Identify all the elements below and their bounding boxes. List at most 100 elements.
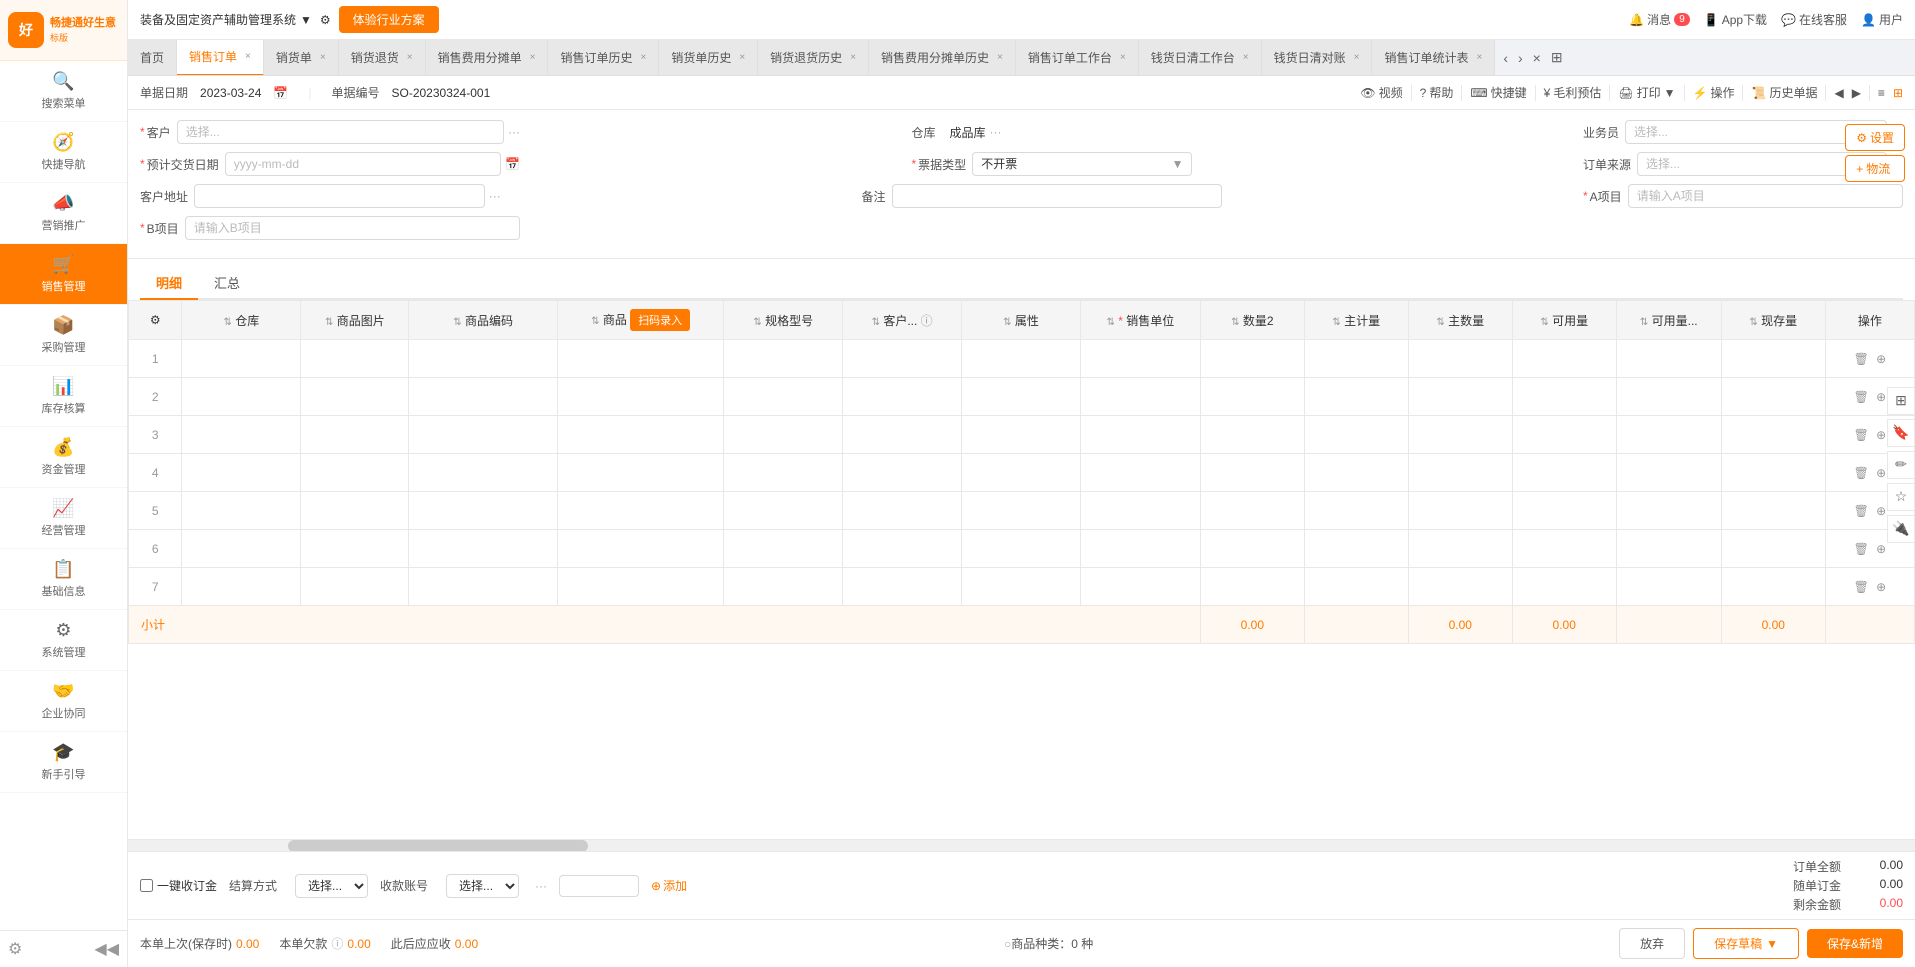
row-customer-code[interactable] [843, 492, 962, 530]
tab-close-icon[interactable]: × [997, 52, 1003, 63]
row-spec[interactable] [724, 568, 843, 606]
row-name[interactable] [557, 568, 724, 606]
row-code[interactable] [409, 454, 558, 492]
operate-action[interactable]: ⚡ 操作 [1693, 84, 1735, 101]
horizontal-scrollbar[interactable] [128, 839, 1915, 851]
row-main-unit[interactable] [1304, 378, 1408, 416]
tabs-next-btn[interactable]: › [1514, 48, 1527, 68]
sort-icon[interactable]: ⇅ [1640, 317, 1648, 328]
row-spec[interactable] [724, 416, 843, 454]
float-link-btn[interactable]: ✏ [1887, 451, 1915, 479]
row-main-qty[interactable] [1408, 378, 1512, 416]
sort-icon[interactable]: ⇅ [753, 317, 761, 328]
row-main-unit[interactable] [1304, 416, 1408, 454]
addr-more-icon[interactable]: ··· [489, 189, 501, 203]
sidebar-item-search[interactable]: 🔍 搜索菜单 [0, 61, 127, 122]
tab-history[interactable]: 销售订单历史 × [548, 40, 659, 76]
row-main-qty[interactable] [1408, 416, 1512, 454]
row-attr[interactable] [962, 340, 1081, 378]
delete-row-btn[interactable]: 🗑 [1854, 428, 1869, 442]
row-qty2[interactable] [1200, 378, 1304, 416]
tab-daily-reconcile[interactable]: 钱货日清对账 × [1262, 40, 1373, 76]
tab-close-icon[interactable]: × [407, 52, 413, 63]
customer-input[interactable] [177, 120, 504, 144]
copy-row-btn[interactable]: ⊕ [1876, 542, 1886, 556]
notice-btn[interactable]: 🔔 消息 9 [1629, 11, 1690, 28]
sort-icon[interactable]: ⇅ [1106, 317, 1114, 328]
tab-fee-history[interactable]: 销售费用分摊单历史 × [869, 40, 1016, 76]
row-warehouse[interactable] [182, 378, 301, 416]
row-warehouse[interactable] [182, 492, 301, 530]
row-warehouse[interactable] [182, 530, 301, 568]
tab-close-icon[interactable]: × [320, 52, 326, 63]
delete-row-btn[interactable]: 🗑 [1854, 580, 1869, 594]
delete-row-btn[interactable]: 🗑 [1854, 390, 1869, 404]
tab-sales-goods[interactable]: 销货单 × [264, 40, 339, 76]
prev-record-btn[interactable]: ◀ [1834, 86, 1843, 100]
list-view-icon[interactable]: ≡ [1878, 86, 1885, 100]
discard-btn[interactable]: 放弃 [1619, 928, 1685, 959]
customer-more-icon[interactable]: ··· [508, 125, 520, 139]
shortcut-action[interactable]: ⌨ 快捷键 [1470, 84, 1526, 101]
tab-close-icon[interactable]: × [245, 51, 251, 62]
remark-input[interactable] [892, 184, 1223, 208]
sort-icon[interactable]: ⇅ [1332, 317, 1340, 328]
row-main-unit[interactable] [1304, 340, 1408, 378]
online-service-btn[interactable]: 💬 在线客服 [1781, 11, 1847, 28]
row-name[interactable] [557, 378, 724, 416]
tab-home[interactable]: 首页 [128, 40, 177, 76]
table-scroll[interactable]: ⚙ ⇅ 仓库 ⇅ 商品图片 ⇅ 商品编码 [128, 300, 1915, 839]
row-spec[interactable] [724, 378, 843, 416]
tab-close-icon[interactable]: × [1476, 52, 1482, 63]
row-qty2[interactable] [1200, 568, 1304, 606]
delete-row-btn[interactable]: 🗑 [1854, 504, 1869, 518]
row-main-unit[interactable] [1304, 454, 1408, 492]
copy-row-btn[interactable]: ⊕ [1876, 466, 1886, 480]
grid-view-icon[interactable]: ⊞ [1893, 86, 1903, 100]
save-new-btn[interactable]: 保存&新增 [1807, 929, 1903, 958]
view-action[interactable]: 👁 视频 [1360, 84, 1402, 101]
copy-row-btn[interactable]: ⊕ [1876, 428, 1886, 442]
sidebar-item-operation[interactable]: 📈 经营管理 [0, 488, 127, 549]
row-code[interactable] [409, 340, 558, 378]
row-main-unit[interactable] [1304, 568, 1408, 606]
a-project-input[interactable] [1628, 184, 1903, 208]
next-record-btn[interactable]: ▶ [1852, 86, 1861, 100]
row-attr[interactable] [962, 378, 1081, 416]
sort-icon[interactable]: ⇅ [872, 317, 880, 328]
row-customer-code[interactable] [843, 378, 962, 416]
sort-icon[interactable]: ⇅ [224, 317, 232, 328]
settings-btn[interactable]: ⚙ 设置 [1845, 124, 1905, 151]
delivery-input[interactable] [225, 152, 501, 176]
tab-return-history[interactable]: 销货退货历史 × [758, 40, 869, 76]
row-attr[interactable] [962, 530, 1081, 568]
settle-select[interactable]: 选择... [295, 874, 368, 898]
tabs-menu-btn[interactable]: ⊞ [1547, 47, 1567, 68]
sort-icon[interactable]: ⇅ [1540, 317, 1548, 328]
account-select[interactable]: 选择... [446, 874, 519, 898]
sort-icon[interactable]: ⇅ [1003, 317, 1011, 328]
row-code[interactable] [409, 530, 558, 568]
one-click-checkbox[interactable]: 一键收订金 [140, 877, 217, 894]
row-name[interactable] [557, 530, 724, 568]
row-qty2[interactable] [1200, 492, 1304, 530]
tab-close-icon[interactable]: × [850, 52, 856, 63]
row-attr[interactable] [962, 492, 1081, 530]
row-qty2[interactable] [1200, 454, 1304, 492]
row-name[interactable] [557, 340, 724, 378]
float-grid-btn[interactable]: ⊞ [1887, 387, 1915, 415]
sidebar-item-finance[interactable]: 💰 资金管理 [0, 427, 127, 488]
float-star-btn[interactable]: ☆ [1887, 483, 1915, 511]
row-main-unit[interactable] [1304, 530, 1408, 568]
row-customer-code[interactable] [843, 530, 962, 568]
row-customer-code[interactable] [843, 416, 962, 454]
row-code[interactable] [409, 492, 558, 530]
tab-goods-history[interactable]: 销货单历史 × [659, 40, 758, 76]
profit-action[interactable]: ¥ 毛利预估 [1544, 84, 1602, 101]
row-name[interactable] [557, 416, 724, 454]
row-spec[interactable] [724, 492, 843, 530]
row-customer-code[interactable] [843, 568, 962, 606]
copy-row-btn[interactable]: ⊕ [1876, 580, 1886, 594]
add-logistics-btn[interactable]: + 物流 [1845, 155, 1905, 182]
row-unit[interactable] [1080, 530, 1200, 568]
